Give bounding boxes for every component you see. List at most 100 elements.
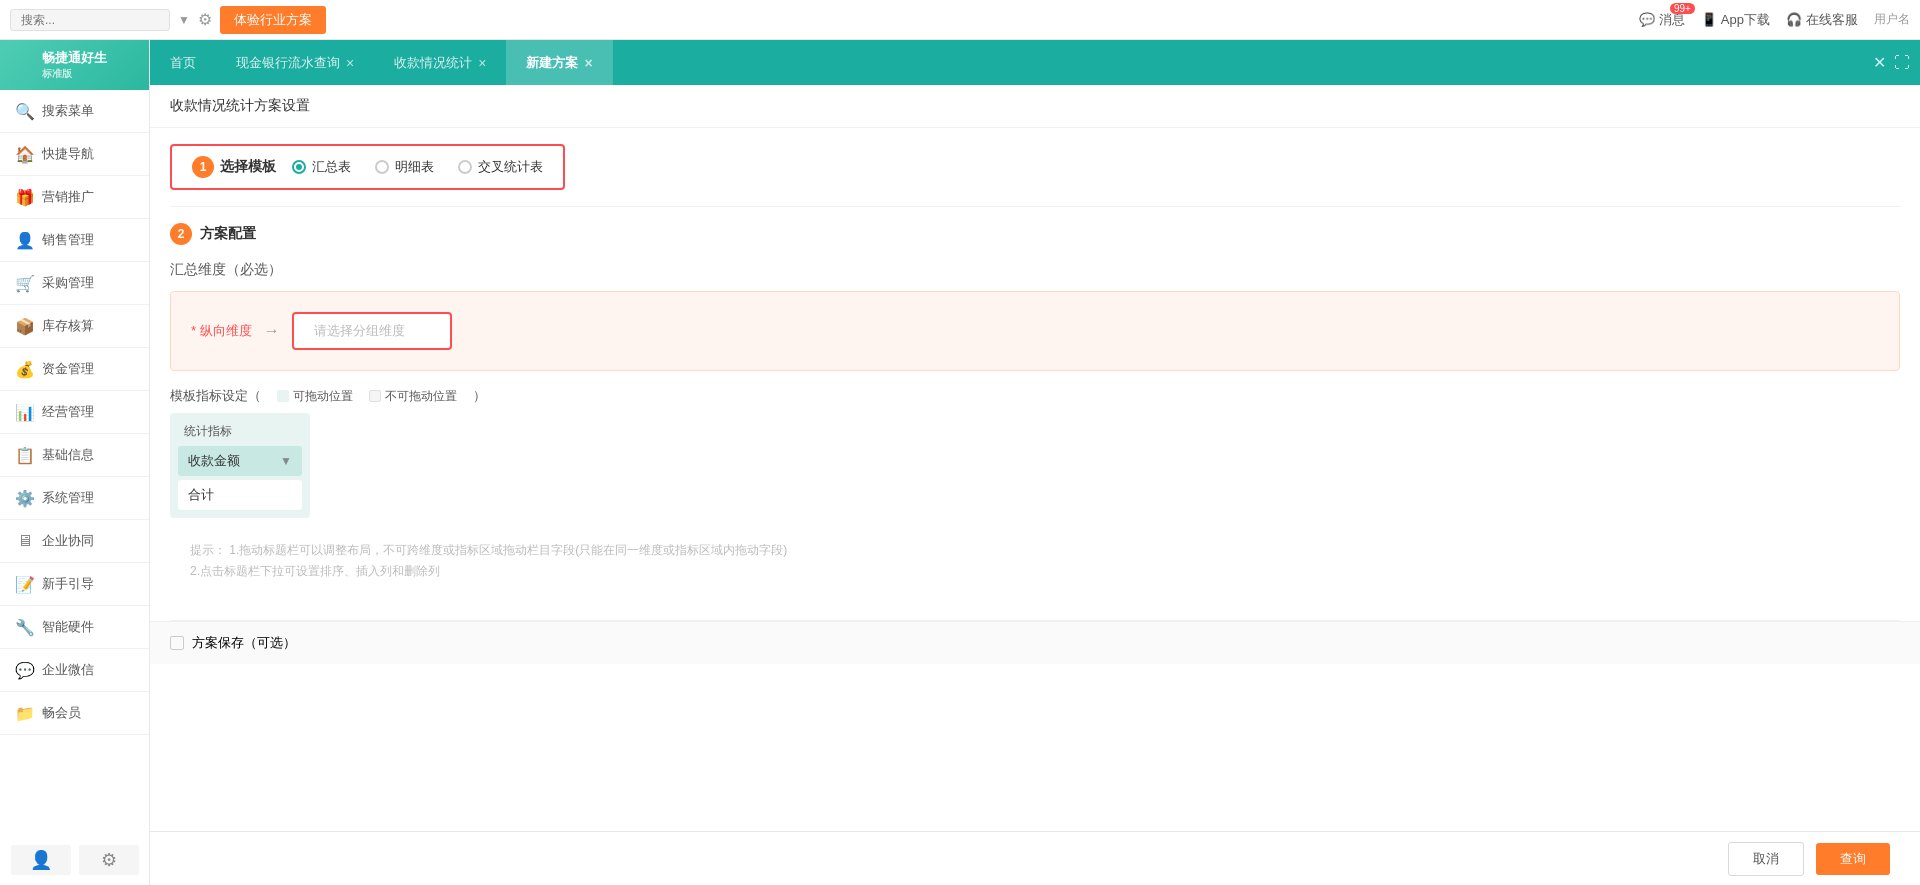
tab-new-plan[interactable]: 新建方案 × (506, 40, 612, 85)
tab-cash-flow-close[interactable]: × (346, 55, 354, 71)
step1-number: 1 (192, 156, 214, 178)
sidebar-item-label: 库存核算 (42, 317, 94, 335)
tab-new-plan-close[interactable]: × (584, 55, 592, 71)
dimension-select-box[interactable]: 请选择分组维度 (292, 312, 452, 350)
dimension-row: * 纵向维度 → 请选择分组维度 (191, 312, 452, 350)
sidebar-item-sales[interactable]: 👤 销售管理 (0, 219, 149, 262)
template-select-row: 汇总表 明细表 交叉统计表 (292, 158, 543, 176)
sidebar-item-label: 智能硬件 (42, 618, 94, 636)
save-option-label: 方案保存（可选） (192, 634, 296, 652)
industry-btn[interactable]: 体验行业方案 (220, 6, 326, 34)
sidebar-item-label: 系统管理 (42, 489, 94, 507)
radio-summary-label: 汇总表 (312, 158, 351, 176)
sidebar-item-basic[interactable]: 📋 基础信息 (0, 434, 149, 477)
tab-cash-flow[interactable]: 现金银行流水查询 × (216, 40, 374, 85)
search-input[interactable] (10, 9, 170, 31)
bottom-bar: 取消 查询 (150, 831, 1920, 885)
step2-section: 2 方案配置 汇总维度（必选） * 纵向维度 → 请选择分组维度 (150, 207, 1920, 620)
sidebar-item-member[interactable]: 📁 畅会员 (0, 692, 149, 735)
tab-expand-icon[interactable]: ⛶ (1894, 54, 1910, 72)
sidebar-item-label: 畅会员 (42, 704, 81, 722)
radio-detail[interactable]: 明细表 (375, 158, 434, 176)
save-option-bar: 方案保存（可选） (150, 621, 1920, 664)
top-bar-left: ▼ ⚙ 体验行业方案 (10, 6, 1639, 34)
sidebar-item-purchase[interactable]: 🛒 采购管理 (0, 262, 149, 305)
sidebar-item-finance[interactable]: 💰 资金管理 (0, 348, 149, 391)
search-icon: 🔍 (16, 102, 34, 120)
radio-cross-circle (458, 160, 472, 174)
step1-box: 1 选择模板 汇总表 明细表 (170, 144, 565, 190)
sidebar-item-label: 营销推广 (42, 188, 94, 206)
tab-close-icon[interactable]: ✕ (1873, 53, 1886, 72)
page-content: 收款情况统计方案设置 1 选择模板 汇总表 (150, 85, 1920, 831)
draggable-dot (277, 390, 289, 402)
save-checkbox[interactable] (170, 636, 184, 650)
message-icon: 💬 (1639, 12, 1655, 27)
dimension-title: 汇总维度（必选） (170, 261, 1900, 279)
desktop-icon: 🖥 (16, 532, 34, 550)
radio-summary[interactable]: 汇总表 (292, 158, 351, 176)
stats-col-cell[interactable]: 收款金额 ▼ (178, 446, 302, 476)
step2-label: 方案配置 (200, 225, 256, 243)
sidebar-item-guide[interactable]: 📝 新手引导 (0, 563, 149, 606)
radio-detail-circle (375, 160, 389, 174)
sidebar-item-inventory[interactable]: 📦 库存核算 (0, 305, 149, 348)
gear-icon[interactable]: ⚙ (198, 10, 212, 29)
sidebar-item-management[interactable]: 📊 经营管理 (0, 391, 149, 434)
sidebar-bottom-settings[interactable]: ⚙ (79, 845, 139, 875)
tab-bar: 首页 现金银行流水查询 × 收款情况统计 × 新建方案 × ✕ ⛶ (150, 40, 1920, 85)
sidebar-item-hardware[interactable]: 🔧 智能硬件 (0, 606, 149, 649)
main-layout: 畅捷通好生 标准版 🔍 搜索菜单 🏠 快捷导航 🎁 营销推广 👤 销售管理 🛒 … (0, 40, 1920, 885)
guide-icon: 📝 (16, 575, 34, 593)
sidebar-item-wechat[interactable]: 💬 企业微信 (0, 649, 149, 692)
radio-cross-label: 交叉统计表 (478, 158, 543, 176)
sidebar-item-system[interactable]: ⚙️ 系统管理 (0, 477, 149, 520)
dropdown-arrow-icon[interactable]: ▼ (178, 13, 190, 27)
sidebar-item-label: 搜索菜单 (42, 102, 94, 120)
chart-icon: 📊 (16, 403, 34, 421)
step2-number: 2 (170, 223, 192, 245)
cancel-button[interactable]: 取消 (1728, 842, 1804, 876)
hardware-icon: 🔧 (16, 618, 34, 636)
chevron-down-icon: ▼ (280, 454, 292, 468)
download-btn[interactable]: 📱 App下载 (1701, 11, 1770, 29)
radio-cross[interactable]: 交叉统计表 (458, 158, 543, 176)
sidebar-item-search[interactable]: 🔍 搜索菜单 (0, 90, 149, 133)
service-btn[interactable]: 🎧 在线客服 (1786, 11, 1858, 29)
sidebar-item-label: 基础信息 (42, 446, 94, 464)
step2-header: 2 方案配置 (170, 223, 1900, 245)
vertical-label: * 纵向维度 (191, 322, 252, 340)
query-button[interactable]: 查询 (1816, 843, 1890, 875)
sidebar-item-marketing[interactable]: 🎁 营销推广 (0, 176, 149, 219)
sidebar-item-collab[interactable]: 🖥 企业协同 (0, 520, 149, 563)
sidebar-item-nav[interactable]: 🏠 快捷导航 (0, 133, 149, 176)
page-inner: 收款情况统计方案设置 1 选择模板 汇总表 (150, 85, 1920, 831)
indicator-settings-title: 模板指标设定（ 可拖动位置 不可拖动位置 ） (170, 387, 1900, 405)
fixed-label: 不可拖动位置 (385, 388, 457, 405)
tab-new-plan-label: 新建方案 (526, 54, 578, 72)
service-label: 在线客服 (1806, 11, 1858, 29)
step1-section: 1 选择模板 汇总表 明细表 (150, 128, 1920, 206)
logo-sub: 标准版 (42, 67, 107, 81)
tab-bar-actions: ✕ ⛶ (1873, 53, 1920, 72)
notifications-btn[interactable]: 💬 消息 99+ (1639, 11, 1685, 29)
sidebar-bottom: 👤 ⚙ (0, 835, 149, 885)
box-icon: 📦 (16, 317, 34, 335)
fixed-dot (369, 390, 381, 402)
step1-label: 选择模板 (220, 158, 276, 176)
sidebar-item-label: 资金管理 (42, 360, 94, 378)
tips-section: 提示： 1.拖动标题栏可以调整布局，不可跨维度或指标区域拖动栏目字段(只能在同一… (170, 534, 1900, 604)
sidebar-item-label: 快捷导航 (42, 145, 94, 163)
tab-cash-flow-label: 现金银行流水查询 (236, 54, 340, 72)
tab-home[interactable]: 首页 (150, 40, 216, 85)
tab-collection-stats[interactable]: 收款情况统计 × (374, 40, 506, 85)
sidebar-item-label: 销售管理 (42, 231, 94, 249)
dimension-placeholder: 请选择分组维度 (314, 323, 405, 338)
tab-collection-stats-close[interactable]: × (478, 55, 486, 71)
sidebar-logo: 畅捷通好生 标准版 (0, 40, 149, 90)
user-label: 用户名 (1874, 11, 1910, 28)
stats-section-label: 统计指标 (178, 421, 302, 442)
sidebar-bottom-user[interactable]: 👤 (11, 845, 71, 875)
money-icon: 💰 (16, 360, 34, 378)
content-area: 首页 现金银行流水查询 × 收款情况统计 × 新建方案 × ✕ ⛶ (150, 40, 1920, 885)
